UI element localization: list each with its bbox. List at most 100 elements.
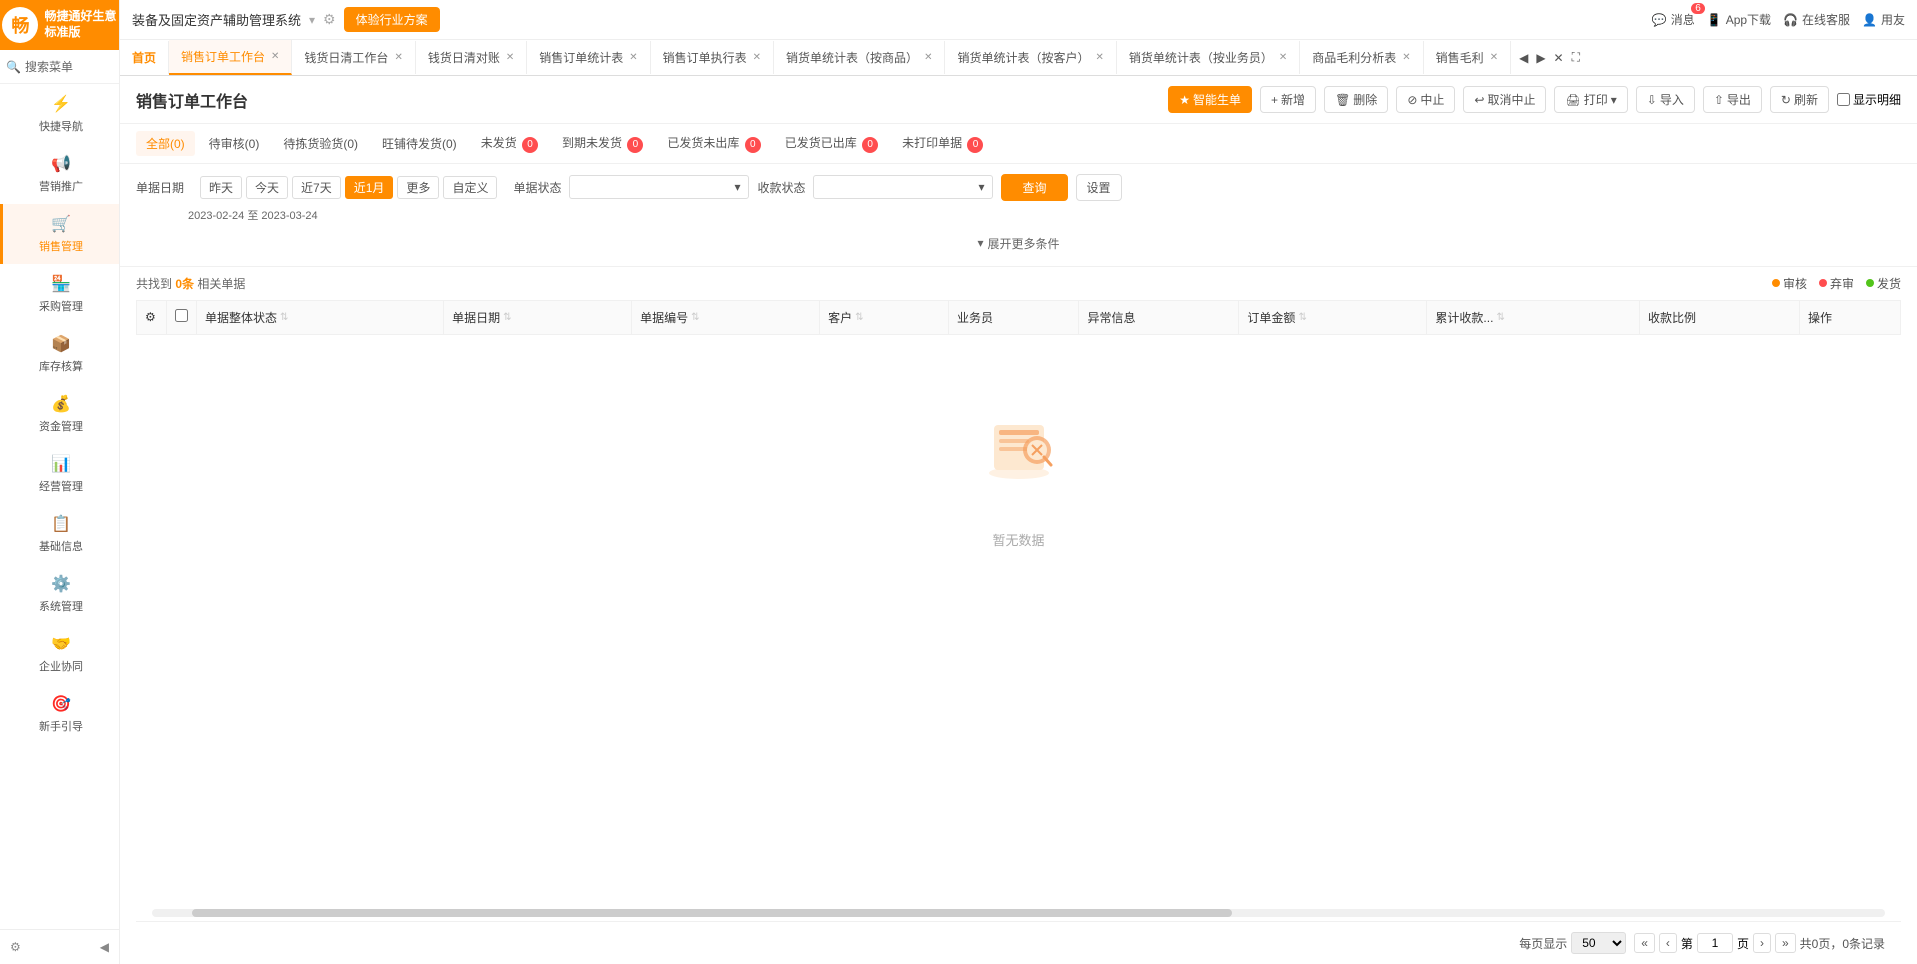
sidebar-item-inventory[interactable]: 📦 库存核算 (0, 324, 119, 384)
date-btn-custom[interactable]: 自定义 (443, 176, 497, 199)
sales-summary-product-tab-close[interactable]: ✕ (924, 52, 932, 63)
sub-tab-pending-review[interactable]: 待审核(0) (199, 131, 270, 156)
sidebar-settings-icon[interactable]: ⚙ (10, 940, 21, 954)
date-btn-1month[interactable]: 近1月 (345, 176, 394, 199)
review-action[interactable]: 审核 (1772, 275, 1807, 292)
sidebar-item-system[interactable]: ⚙️ 系统管理 (0, 564, 119, 624)
page-number-input[interactable] (1697, 933, 1733, 953)
tab-cash-daily[interactable]: 钱货日清工作台 ✕ (292, 41, 415, 74)
import-button[interactable]: ⇩ 导入 (1636, 86, 1695, 113)
tab-sales-stat[interactable]: 销售订单统计表 ✕ (527, 41, 650, 74)
sub-tab-all[interactable]: 全部(0) (136, 131, 195, 156)
tab-sales-profit[interactable]: 销售毛利 ✕ (1424, 41, 1511, 74)
sort-icon-status[interactable]: ⇅ (280, 312, 288, 323)
sort-icon-date[interactable]: ⇅ (503, 312, 511, 323)
add-button[interactable]: + 新增 (1260, 86, 1316, 113)
sub-tab-overdue[interactable]: 到期未发货 0 (552, 130, 653, 157)
sub-tab-shipped-not-out[interactable]: 已发货未出库 0 (657, 130, 770, 157)
scrollbar-thumb[interactable] (192, 909, 1232, 917)
sales-summary-staff-tab-close[interactable]: ✕ (1279, 52, 1287, 63)
col-checkbox[interactable] (167, 300, 197, 334)
sub-tab-wangpu[interactable]: 旺铺待发货(0) (372, 131, 467, 156)
sub-tab-unshipped[interactable]: 未发货 0 (471, 130, 548, 157)
sidebar-item-guide[interactable]: 🎯 新手引导 (0, 684, 119, 744)
col-settings[interactable]: ⚙ (137, 300, 167, 334)
tab-goods-profit[interactable]: 商品毛利分析表 ✕ (1300, 41, 1423, 74)
app-download-button[interactable]: 📱 App下载 (1707, 11, 1771, 28)
tab-home[interactable]: 首页 (120, 41, 169, 74)
sidebar-item-finance[interactable]: 💰 资金管理 (0, 384, 119, 444)
select-all-checkbox[interactable] (175, 309, 188, 322)
shipped-not-out-badge: 0 (745, 137, 761, 153)
cancel-review-action[interactable]: 弃审 (1819, 275, 1854, 292)
goods-profit-tab-close[interactable]: ✕ (1402, 52, 1410, 63)
sidebar-item-purchase[interactable]: 🏪 采购管理 (0, 264, 119, 324)
settings-filter-button[interactable]: 设置 (1076, 174, 1122, 201)
sub-tab-pending-inspect[interactable]: 待拣货验货(0) (273, 131, 368, 156)
first-page-button[interactable]: « (1634, 933, 1655, 953)
show-detail-checkbox-label[interactable]: 显示明细 (1837, 91, 1901, 108)
settings-gear-icon[interactable]: ⚙ (323, 11, 336, 28)
smart-create-button[interactable]: ★ 智能生单 (1168, 86, 1252, 113)
sort-icon-amount[interactable]: ⇅ (1298, 312, 1306, 323)
date-btn-7days[interactable]: 近7天 (292, 176, 341, 199)
user-menu[interactable]: 👤 用友 (1862, 11, 1905, 28)
tab-sales-summary-product[interactable]: 销货单统计表（按商品） ✕ (774, 41, 945, 74)
sales-summary-customer-tab-close[interactable]: ✕ (1095, 52, 1103, 63)
export-button[interactable]: ⇧ 导出 (1703, 86, 1762, 113)
sub-tab-shipped-out[interactable]: 已发货已出库 0 (775, 130, 888, 157)
tab-sales-exec[interactable]: 销售订单执行表 ✕ (651, 41, 774, 74)
sidebar-item-basic[interactable]: 📋 基础信息 (0, 504, 119, 564)
sales-profit-tab-close[interactable]: ✕ (1490, 52, 1498, 63)
sidebar-item-marketing[interactable]: 📢 营销推广 (0, 144, 119, 204)
cancel-stop-button[interactable]: ↩ 取消中止 (1463, 86, 1546, 113)
sort-icon-customer[interactable]: ⇅ (855, 312, 863, 323)
sales-exec-tab-close[interactable]: ✕ (753, 52, 761, 63)
next-page-button[interactable]: › (1753, 933, 1771, 953)
status-select[interactable]: ▾ (569, 175, 749, 199)
inventory-label: 库存核算 (39, 358, 83, 374)
sidebar-item-operations[interactable]: 📊 经营管理 (0, 444, 119, 504)
date-btn-today[interactable]: 今天 (246, 176, 288, 199)
cash-reconcile-tab-close[interactable]: ✕ (506, 52, 514, 63)
tab-cash-reconcile[interactable]: 钱货日清对账 ✕ (416, 41, 527, 74)
industry-solution-button[interactable]: 体验行业方案 (344, 7, 440, 32)
message-button[interactable]: 💬 6 消息 (1652, 11, 1695, 28)
print-button[interactable]: 🖨 打印 ▾ (1554, 86, 1627, 113)
tab-sales-summary-staff[interactable]: 销货单统计表（按业务员） ✕ (1117, 41, 1300, 74)
tabs-close-all-button[interactable]: ✕ (1550, 49, 1568, 67)
date-btn-more[interactable]: 更多 (397, 176, 439, 199)
query-button[interactable]: 查询 (1001, 174, 1067, 201)
page-size-select[interactable]: 50 10 20 100 (1571, 932, 1626, 954)
sort-icon-number[interactable]: ⇅ (691, 312, 699, 323)
basic-label: 基础信息 (39, 538, 83, 554)
cash-daily-tab-close[interactable]: ✕ (394, 52, 402, 63)
dropdown-arrow[interactable]: ▾ (309, 13, 315, 27)
expand-filter-button[interactable]: ▾ 展开更多条件 (969, 231, 1067, 256)
sales-order-tab-close[interactable]: ✕ (271, 51, 279, 62)
sub-tab-unprinted[interactable]: 未打印单据 0 (892, 130, 993, 157)
stop-button[interactable]: ⊘ 中止 (1396, 86, 1455, 113)
receipt-select[interactable]: ▾ (813, 175, 993, 199)
sidebar-item-sales[interactable]: 🛒 销售管理 (0, 204, 119, 264)
delete-button[interactable]: 🗑 删除 (1324, 86, 1388, 113)
last-page-button[interactable]: » (1775, 933, 1796, 953)
ship-action[interactable]: 发货 (1866, 275, 1901, 292)
online-service-button[interactable]: 🎧 在线客服 (1783, 11, 1850, 28)
tabs-fullscreen-button[interactable]: ⛶ (1568, 48, 1584, 67)
sidebar-collapse-icon[interactable]: ◀ (100, 940, 109, 954)
tabs-next-button[interactable]: ▶ (1532, 49, 1549, 67)
tabs-prev-button[interactable]: ◀ (1515, 49, 1532, 67)
tab-sales-order[interactable]: 销售订单工作台 ✕ (169, 40, 292, 75)
prev-page-button[interactable]: ‹ (1659, 933, 1677, 953)
scrollbar-track[interactable] (152, 909, 1885, 917)
sidebar-item-quick-nav[interactable]: ⚡ 快捷导航 (0, 84, 119, 144)
sort-icon-collected[interactable]: ⇅ (1496, 312, 1504, 323)
show-detail-checkbox[interactable] (1837, 93, 1850, 106)
sidebar-item-enterprise[interactable]: 🤝 企业协同 (0, 624, 119, 684)
tab-sales-summary-customer[interactable]: 销货单统计表（按客户） ✕ (945, 41, 1116, 74)
search-menu[interactable]: 🔍 搜索菜单 (0, 50, 119, 84)
sales-stat-tab-close[interactable]: ✕ (629, 52, 637, 63)
date-btn-yesterday[interactable]: 昨天 (200, 176, 242, 199)
refresh-button[interactable]: ↻ 刷新 (1770, 86, 1829, 113)
